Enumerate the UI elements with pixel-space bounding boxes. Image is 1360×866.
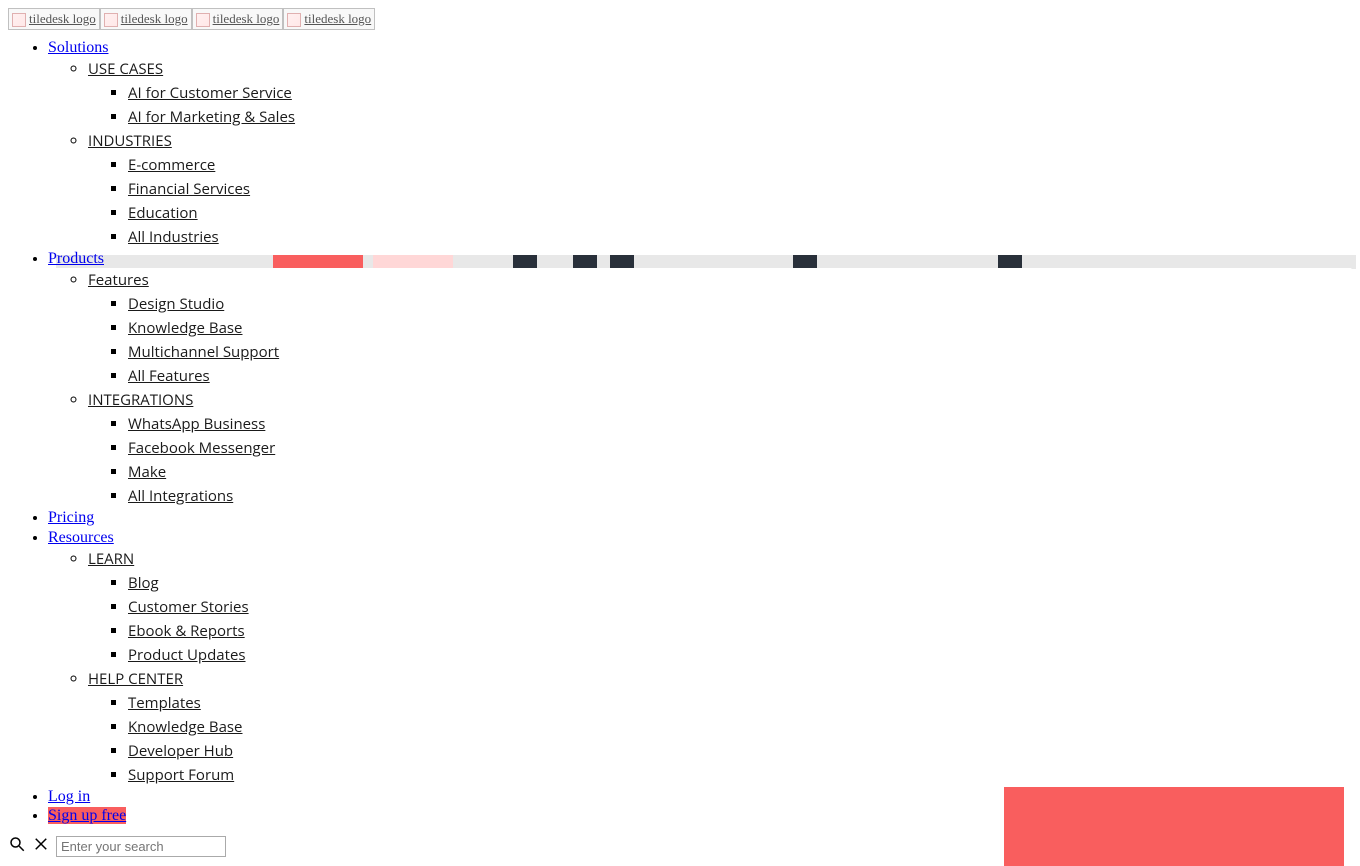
nav-products[interactable]: Products	[48, 250, 104, 267]
nav-design-studio[interactable]: Design Studio	[128, 294, 224, 314]
nav-ecommerce[interactable]: E-commerce	[128, 155, 215, 175]
login-link[interactable]: Log in	[48, 788, 90, 805]
nav-all-integrations[interactable]: All Integrations	[128, 486, 233, 506]
nav-solutions[interactable]: Solutions	[48, 39, 108, 56]
logo-link-3[interactable]: tiledesk logo	[192, 8, 284, 30]
logo-alt-text: tiledesk logo	[29, 11, 96, 26]
nav-developer-hub[interactable]: Developer Hub	[128, 741, 233, 761]
nav-make[interactable]: Make	[128, 462, 166, 482]
header-logo-row: tiledesk logo tiledesk logo tiledesk logo t…	[8, 8, 1352, 30]
search-icon[interactable]	[8, 835, 26, 858]
nav-industries[interactable]: INDUSTRIES	[88, 131, 172, 151]
nav-all-industries[interactable]: All Industries	[128, 227, 219, 247]
signup-button[interactable]: Sign up free	[48, 807, 126, 824]
broken-image-icon	[12, 13, 26, 27]
nav-integrations[interactable]: INTEGRATIONS	[88, 390, 193, 410]
nav-multichannel-support[interactable]: Multichannel Support	[128, 342, 279, 362]
nav-financial-services[interactable]: Financial Services	[128, 179, 250, 199]
nav-features[interactable]: Features	[88, 270, 149, 290]
close-icon[interactable]	[32, 835, 50, 858]
logo-alt-text: tiledesk logo	[121, 11, 188, 26]
logo-alt-text: tiledesk logo	[213, 11, 280, 26]
broken-image-icon	[196, 13, 210, 27]
nav-facebook-messenger[interactable]: Facebook Messenger	[128, 438, 275, 458]
broken-image-icon	[287, 13, 301, 27]
broken-image-icon	[104, 13, 118, 27]
logo-alt-text: tiledesk logo	[304, 11, 371, 26]
nav-ebook-reports[interactable]: Ebook & Reports	[128, 621, 245, 641]
main-nav: Solutions USE CASES AI for Customer Serv…	[8, 38, 1352, 825]
logo-link-1[interactable]: tiledesk logo	[8, 8, 100, 30]
logo-link-2[interactable]: tiledesk logo	[100, 8, 192, 30]
nav-education[interactable]: Education	[128, 203, 198, 223]
nav-help-center[interactable]: HELP CENTER	[88, 669, 183, 689]
logo-link-4[interactable]: tiledesk logo	[283, 8, 375, 30]
nav-product-updates[interactable]: Product Updates	[128, 645, 246, 665]
nav-whatsapp-business[interactable]: WhatsApp Business	[128, 414, 265, 434]
nav-blog[interactable]: Blog	[128, 573, 159, 593]
search-input[interactable]	[56, 836, 226, 857]
nav-support-forum[interactable]: Support Forum	[128, 765, 234, 785]
nav-customer-stories[interactable]: Customer Stories	[128, 597, 249, 617]
nav-knowledge-base[interactable]: Knowledge Base	[128, 318, 242, 338]
nav-templates[interactable]: Templates	[128, 693, 201, 713]
nav-resources[interactable]: Resources	[48, 529, 114, 546]
nav-all-features[interactable]: All Features	[128, 366, 210, 386]
nav-use-cases[interactable]: USE CASES	[88, 59, 163, 79]
nav-ai-marketing-sales[interactable]: AI for Marketing & Sales	[128, 107, 295, 127]
nav-learn[interactable]: LEARN	[88, 549, 134, 569]
nav-pricing[interactable]: Pricing	[48, 509, 94, 526]
nav-knowledge-base-help[interactable]: Knowledge Base	[128, 717, 242, 737]
nav-ai-customer-service[interactable]: AI for Customer Service	[128, 83, 292, 103]
